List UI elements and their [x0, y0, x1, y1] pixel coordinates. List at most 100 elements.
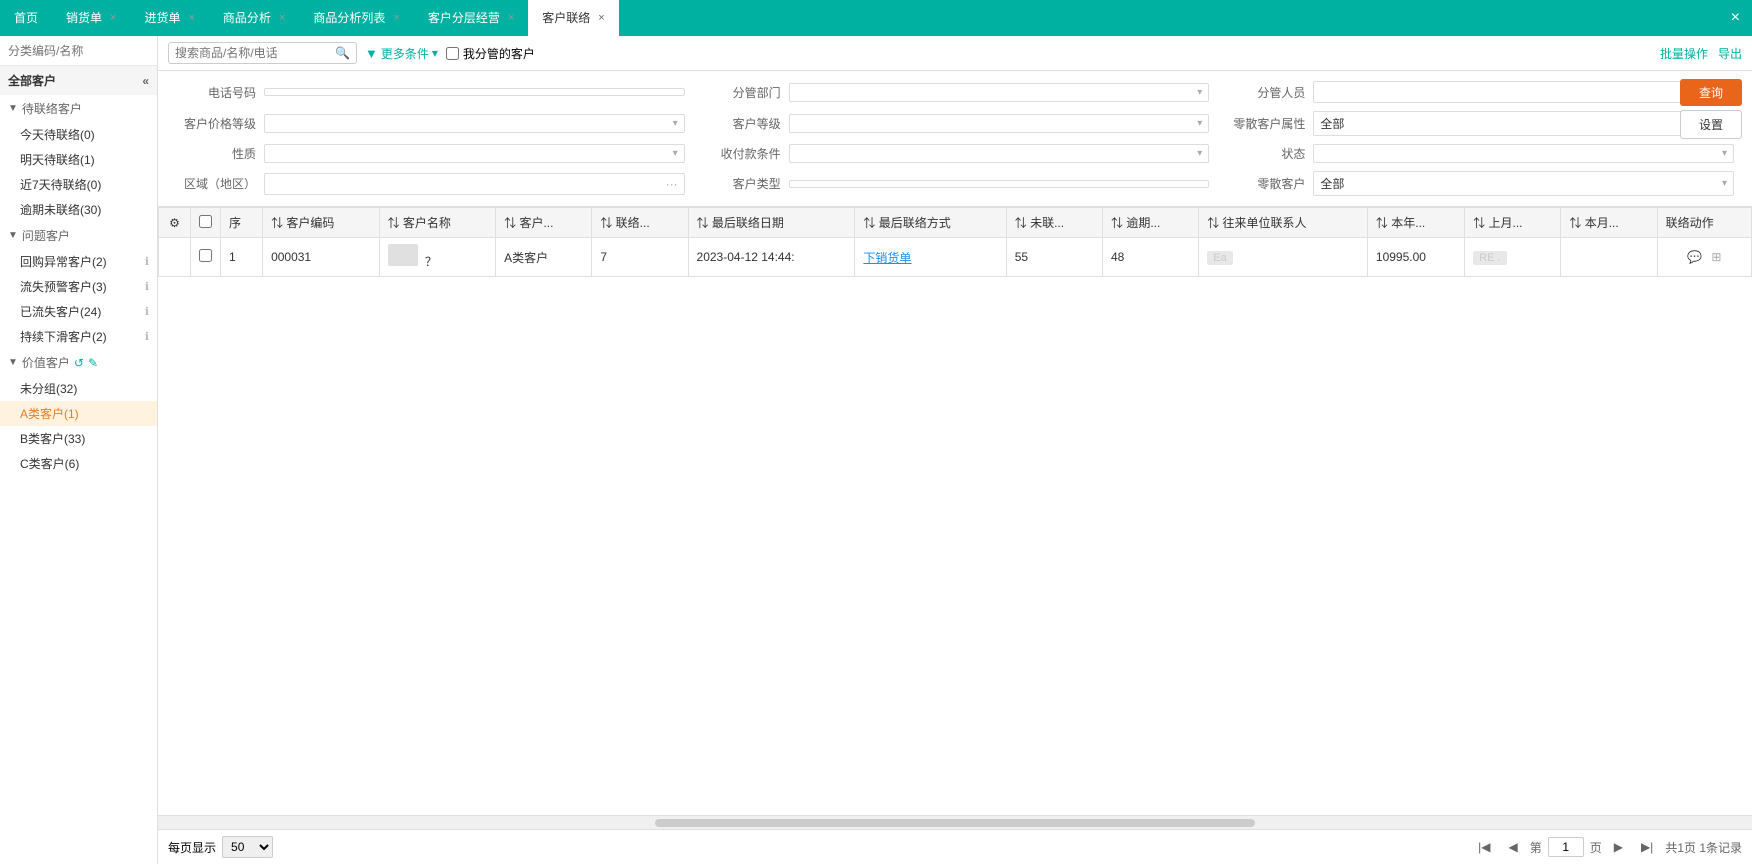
scroll-thumb[interactable] [655, 819, 1255, 827]
filter-scattered-dropdown[interactable]: 全部 ▾ [1313, 171, 1734, 196]
sidebar-item-class-c[interactable]: C类客户(6) [0, 451, 157, 476]
col-last-type[interactable]: ⇅ 最后联络方式 [855, 208, 1006, 238]
next-page-btn[interactable]: ▶ [1608, 838, 1629, 856]
horizontal-scrollbar[interactable] [158, 815, 1752, 829]
sidebar-item-ungrouped[interactable]: 未分组(32) [0, 376, 157, 401]
filter-nature-dropdown[interactable]: ▾ [264, 144, 685, 163]
nav-customer-segment[interactable]: 客户分层经营 × [414, 0, 528, 36]
my-customer-check[interactable] [446, 47, 459, 60]
nav-purchase-label: 进货单 [144, 0, 180, 36]
nav-purchase-order[interactable]: 进货单 × [130, 0, 208, 36]
sidebar-all-customers-header[interactable]: 全部客户 « [0, 66, 157, 95]
sidebar-item-repurchase[interactable]: 回购异常客户(2) ℹ [0, 249, 157, 274]
row-checkbox[interactable] [199, 249, 212, 262]
per-page-select[interactable]: 50 100 200 [222, 836, 273, 858]
action-qr-icon[interactable]: ⊞ [1711, 250, 1721, 264]
filter-customer-level-dropdown[interactable]: ▾ [789, 114, 1210, 133]
first-page-btn[interactable]: |◀ [1472, 838, 1496, 856]
nav-product-list-close[interactable]: × [393, 0, 399, 36]
col-customer-name[interactable]: ⇅ 客户名称 [379, 208, 496, 238]
filter-customer-type-input[interactable] [789, 180, 1210, 188]
filter-price-label: 客户价格等级 [176, 115, 256, 132]
repurchase-info-icon: ℹ [145, 255, 149, 268]
nav-home[interactable]: 首页 [0, 0, 52, 36]
col-customer-level[interactable]: ⇅ 客户... [496, 208, 592, 238]
sidebar-collapse-icon[interactable]: « [142, 74, 149, 88]
sidebar-item-ungrouped-label: 未分组(32) [20, 380, 77, 397]
sidebar-item-class-a[interactable]: A类客户(1) [0, 401, 157, 426]
nav-contact-label: 客户联络 [542, 0, 590, 36]
row-last-date-cell: 2023-04-12 14:44: [688, 238, 855, 277]
col-customer-code[interactable]: ⇅ 客户编码 [263, 208, 380, 238]
filter-phone-input[interactable] [264, 88, 685, 96]
col-last-month[interactable]: ⇅ 上月... [1465, 208, 1561, 238]
filter-customer-type: 客户类型 [693, 167, 1218, 200]
nav-product-close[interactable]: × [279, 0, 285, 36]
row-checkbox-cell[interactable] [191, 238, 221, 277]
query-button[interactable]: 查询 [1680, 79, 1742, 106]
filter-dept-dropdown[interactable]: ▾ [789, 83, 1210, 102]
nav-sales-close[interactable]: × [110, 0, 116, 36]
sidebar-item-7days[interactable]: 近7天待联络(0) [0, 172, 157, 197]
sidebar-section-value[interactable]: ▼ 价值客户 ↺ ✎ [0, 349, 157, 376]
filter-price-dropdown[interactable]: ▾ [264, 114, 685, 133]
sidebar-item-today[interactable]: 今天待联络(0) [0, 122, 157, 147]
col-contact-count[interactable]: ⇅ 联络... [592, 208, 688, 238]
export-link[interactable]: 导出 [1718, 45, 1742, 62]
sidebar-item-declining[interactable]: 持续下滑客户(2) ℹ [0, 324, 157, 349]
filter-payment-dropdown[interactable]: ▾ [789, 144, 1210, 163]
sidebar-item-churned[interactable]: 已流失客户(24) ℹ [0, 299, 157, 324]
toolbar-right: 批量操作 导出 [1660, 45, 1742, 62]
row-uncontacted-cell: 55 [1006, 238, 1102, 277]
filter-region-input[interactable]: ··· [264, 173, 685, 195]
sidebar-item-churn-warning[interactable]: 流失预警客户(3) ℹ [0, 274, 157, 299]
page-input[interactable] [1548, 837, 1584, 857]
action-chat-icon[interactable]: 💬 [1687, 250, 1702, 264]
nav-purchase-close[interactable]: × [188, 0, 194, 36]
select-all-checkbox[interactable] [199, 215, 212, 228]
nav-sales-order[interactable]: 销货单 × [52, 0, 130, 36]
col-last-date[interactable]: ⇅ 最后联络日期 [688, 208, 855, 238]
last-page-btn[interactable]: ▶| [1635, 838, 1659, 856]
filter-more-btn[interactable]: ▼ 更多条件 ▾ [365, 45, 438, 62]
nav-product-analysis[interactable]: 商品分析 × [209, 0, 299, 36]
value-arrow-icon: ▼ [8, 357, 18, 368]
prev-page-btn[interactable]: ◀ [1502, 838, 1523, 856]
value-refresh-icon[interactable]: ↺ [74, 356, 84, 370]
footer-pagination: |◀ ◀ 第 页 ▶ ▶| 共1页 1条记录 [1472, 837, 1742, 857]
col-overdue[interactable]: ⇅ 逾期... [1102, 208, 1198, 238]
value-edit-icon[interactable]: ✎ [88, 356, 98, 370]
settings-button[interactable]: 设置 [1680, 110, 1742, 139]
filter-dept: 分管部门 ▾ [693, 77, 1218, 107]
last-contact-link[interactable]: 下销货单 [863, 251, 911, 265]
row-name-cell: ？ [379, 238, 496, 277]
sidebar-item-class-b[interactable]: B类客户(33) [0, 426, 157, 451]
toolbar-search-icon[interactable]: 🔍 [335, 46, 350, 60]
nav-customer-contact[interactable]: 客户联络 × [528, 0, 618, 36]
filter-person-input[interactable]: ··· [1313, 81, 1734, 103]
nature-dropdown-icon: ▾ [673, 148, 678, 159]
sidebar-item-overdue[interactable]: 逾期未联络(30) [0, 197, 157, 222]
sidebar-item-tomorrow[interactable]: 明天待联络(1) [0, 147, 157, 172]
nav-segment-close[interactable]: × [508, 0, 514, 36]
filter-status-dropdown[interactable]: ▾ [1313, 144, 1734, 163]
col-this-month[interactable]: ⇅ 本月... [1561, 208, 1657, 238]
col-name-sort-icon: ⇅ [388, 216, 403, 230]
col-this-year[interactable]: ⇅ 本年... [1367, 208, 1464, 238]
filter-scattered-attr-dropdown[interactable]: 全部 ▾ [1313, 111, 1734, 136]
col-settings[interactable]: ⚙ [159, 208, 191, 238]
sidebar-section-pending[interactable]: ▼ 待联络客户 [0, 95, 157, 122]
search-input[interactable] [175, 46, 335, 60]
col-checkbox[interactable] [191, 208, 221, 238]
col-contact-person[interactable]: ⇅ 往来单位联系人 [1199, 208, 1368, 238]
nav-product-analysis-list[interactable]: 商品分析列表 × [299, 0, 413, 36]
global-close-button[interactable]: × [1719, 9, 1752, 27]
col-uncontacted[interactable]: ⇅ 未联... [1006, 208, 1102, 238]
row-last-type-cell[interactable]: 下销货单 [855, 238, 1006, 277]
nav-contact-close[interactable]: × [598, 0, 604, 36]
batch-op-link[interactable]: 批量操作 [1660, 45, 1708, 62]
my-customer-checkbox[interactable]: 我分管的客户 [446, 45, 535, 62]
sidebar-section-problem[interactable]: ▼ 问题客户 [0, 222, 157, 249]
sidebar-search-input[interactable] [8, 44, 158, 58]
row-level-cell: A类客户 [496, 238, 592, 277]
